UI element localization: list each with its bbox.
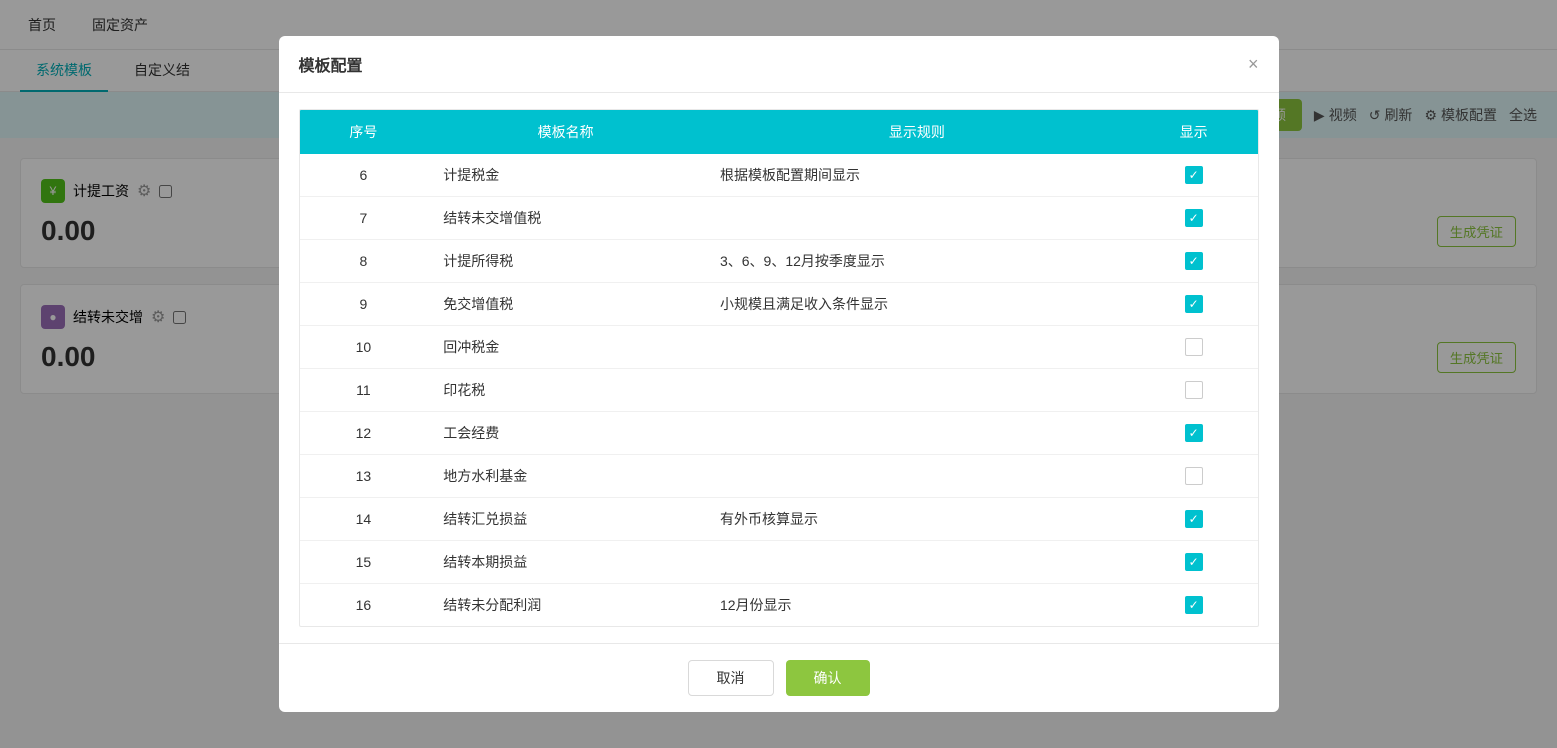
cancel-btn[interactable]: 取消 (688, 660, 774, 696)
checkbox-14[interactable]: ✓ (1185, 510, 1203, 528)
dialog-body: 序号 模板名称 显示规则 显示 6计提税金根据模板配置期间显示✓7结转未交增值税… (279, 93, 1279, 643)
checkbox-7[interactable]: ✓ (1185, 209, 1203, 227)
checkbox-cell: ✓ (1146, 424, 1242, 442)
table-row: 9免交增值税小规模且满足收入条件显示 ✓ (300, 283, 1258, 326)
cell-rule (704, 412, 1130, 455)
cell-checkbox: ✓ (1130, 498, 1258, 541)
cell-rule (704, 369, 1130, 412)
dialog-title: 模板配置 (299, 52, 363, 76)
cell-name: 结转未交增值税 (427, 197, 704, 240)
cell-rule (704, 455, 1130, 498)
cell-checkbox: ✓ (1130, 197, 1258, 240)
checkbox-10[interactable] (1185, 338, 1203, 356)
cell-name: 工会经费 (427, 412, 704, 455)
dialog-close-btn[interactable]: × (1248, 55, 1259, 73)
cell-rule (704, 326, 1130, 369)
checkbox-cell: ✓ (1146, 553, 1242, 571)
table-row: 16结转未分配利润12月份显示 ✓ (300, 584, 1258, 627)
checkbox-9[interactable]: ✓ (1185, 295, 1203, 313)
cell-id: 7 (300, 197, 428, 240)
confirm-btn[interactable]: 确认 (786, 660, 870, 696)
cell-id: 13 (300, 455, 428, 498)
cell-id: 8 (300, 240, 428, 283)
cell-name: 结转本期损益 (427, 541, 704, 584)
cell-checkbox (1130, 326, 1258, 369)
checkbox-cell: ✓ (1146, 252, 1242, 270)
cell-rule: 12月份显示 (704, 584, 1130, 627)
checkbox-8[interactable]: ✓ (1185, 252, 1203, 270)
cell-rule (704, 197, 1130, 240)
table-row: 8计提所得税3、6、9、12月按季度显示 ✓ (300, 240, 1258, 283)
cell-checkbox (1130, 369, 1258, 412)
checkbox-cell: ✓ (1146, 209, 1242, 227)
cell-checkbox: ✓ (1130, 283, 1258, 326)
cell-checkbox: ✓ (1130, 240, 1258, 283)
cell-id: 14 (300, 498, 428, 541)
checkbox-12[interactable]: ✓ (1185, 424, 1203, 442)
cell-name: 免交增值税 (427, 283, 704, 326)
table-row: 6计提税金根据模板配置期间显示 ✓ (300, 154, 1258, 197)
cell-rule: 有外币核算显示 (704, 498, 1130, 541)
checkbox-cell (1146, 381, 1242, 399)
cell-checkbox: ✓ (1130, 154, 1258, 197)
cell-checkbox: ✓ (1130, 584, 1258, 627)
checkbox-13[interactable] (1185, 467, 1203, 485)
cell-id: 16 (300, 584, 428, 627)
table-row: 7结转未交增值税 ✓ (300, 197, 1258, 240)
checkbox-6[interactable]: ✓ (1185, 166, 1203, 184)
checkbox-15[interactable]: ✓ (1185, 553, 1203, 571)
cell-rule: 3、6、9、12月按季度显示 (704, 240, 1130, 283)
cell-name: 结转汇兑损益 (427, 498, 704, 541)
table-container[interactable]: 序号 模板名称 显示规则 显示 6计提税金根据模板配置期间显示✓7结转未交增值税… (299, 109, 1259, 627)
table-row: 13地方水利基金 (300, 455, 1258, 498)
table-header-row: 序号 模板名称 显示规则 显示 (300, 110, 1258, 154)
cell-id: 12 (300, 412, 428, 455)
cell-name: 印花税 (427, 369, 704, 412)
table-row: 11印花税 (300, 369, 1258, 412)
checkbox-11[interactable] (1185, 381, 1203, 399)
template-table: 序号 模板名称 显示规则 显示 6计提税金根据模板配置期间显示✓7结转未交增值税… (300, 110, 1258, 626)
col-header-name: 模板名称 (427, 110, 704, 154)
cell-name: 结转未分配利润 (427, 584, 704, 627)
table-row: 14结转汇兑损益有外币核算显示 ✓ (300, 498, 1258, 541)
col-header-id: 序号 (300, 110, 428, 154)
cell-id: 9 (300, 283, 428, 326)
cell-checkbox: ✓ (1130, 412, 1258, 455)
col-header-display: 显示 (1130, 110, 1258, 154)
cell-name: 回冲税金 (427, 326, 704, 369)
cell-id: 10 (300, 326, 428, 369)
checkbox-cell (1146, 467, 1242, 485)
cell-rule: 小规模且满足收入条件显示 (704, 283, 1130, 326)
col-header-rule: 显示规则 (704, 110, 1130, 154)
checkbox-cell (1146, 338, 1242, 356)
cell-id: 15 (300, 541, 428, 584)
template-config-dialog: 模板配置 × 序号 模板名称 显示规则 显示 6计提税金根据模板配置期间显示✓7… (279, 36, 1279, 712)
checkbox-16[interactable]: ✓ (1185, 596, 1203, 614)
checkbox-cell: ✓ (1146, 510, 1242, 528)
cell-id: 6 (300, 154, 428, 197)
modal-overlay: 模板配置 × 序号 模板名称 显示规则 显示 6计提税金根据模板配置期间显示✓7… (0, 0, 1557, 748)
cell-name: 计提税金 (427, 154, 704, 197)
checkbox-cell: ✓ (1146, 295, 1242, 313)
cell-checkbox: ✓ (1130, 541, 1258, 584)
table-row: 10回冲税金 (300, 326, 1258, 369)
cell-rule (704, 541, 1130, 584)
cell-name: 地方水利基金 (427, 455, 704, 498)
checkbox-cell: ✓ (1146, 596, 1242, 614)
dialog-header: 模板配置 × (279, 36, 1279, 93)
dialog-footer: 取消 确认 (279, 643, 1279, 712)
cell-checkbox (1130, 455, 1258, 498)
cell-name: 计提所得税 (427, 240, 704, 283)
table-row: 12工会经费 ✓ (300, 412, 1258, 455)
table-row: 15结转本期损益 ✓ (300, 541, 1258, 584)
checkbox-cell: ✓ (1146, 166, 1242, 184)
cell-id: 11 (300, 369, 428, 412)
cell-rule: 根据模板配置期间显示 (704, 154, 1130, 197)
